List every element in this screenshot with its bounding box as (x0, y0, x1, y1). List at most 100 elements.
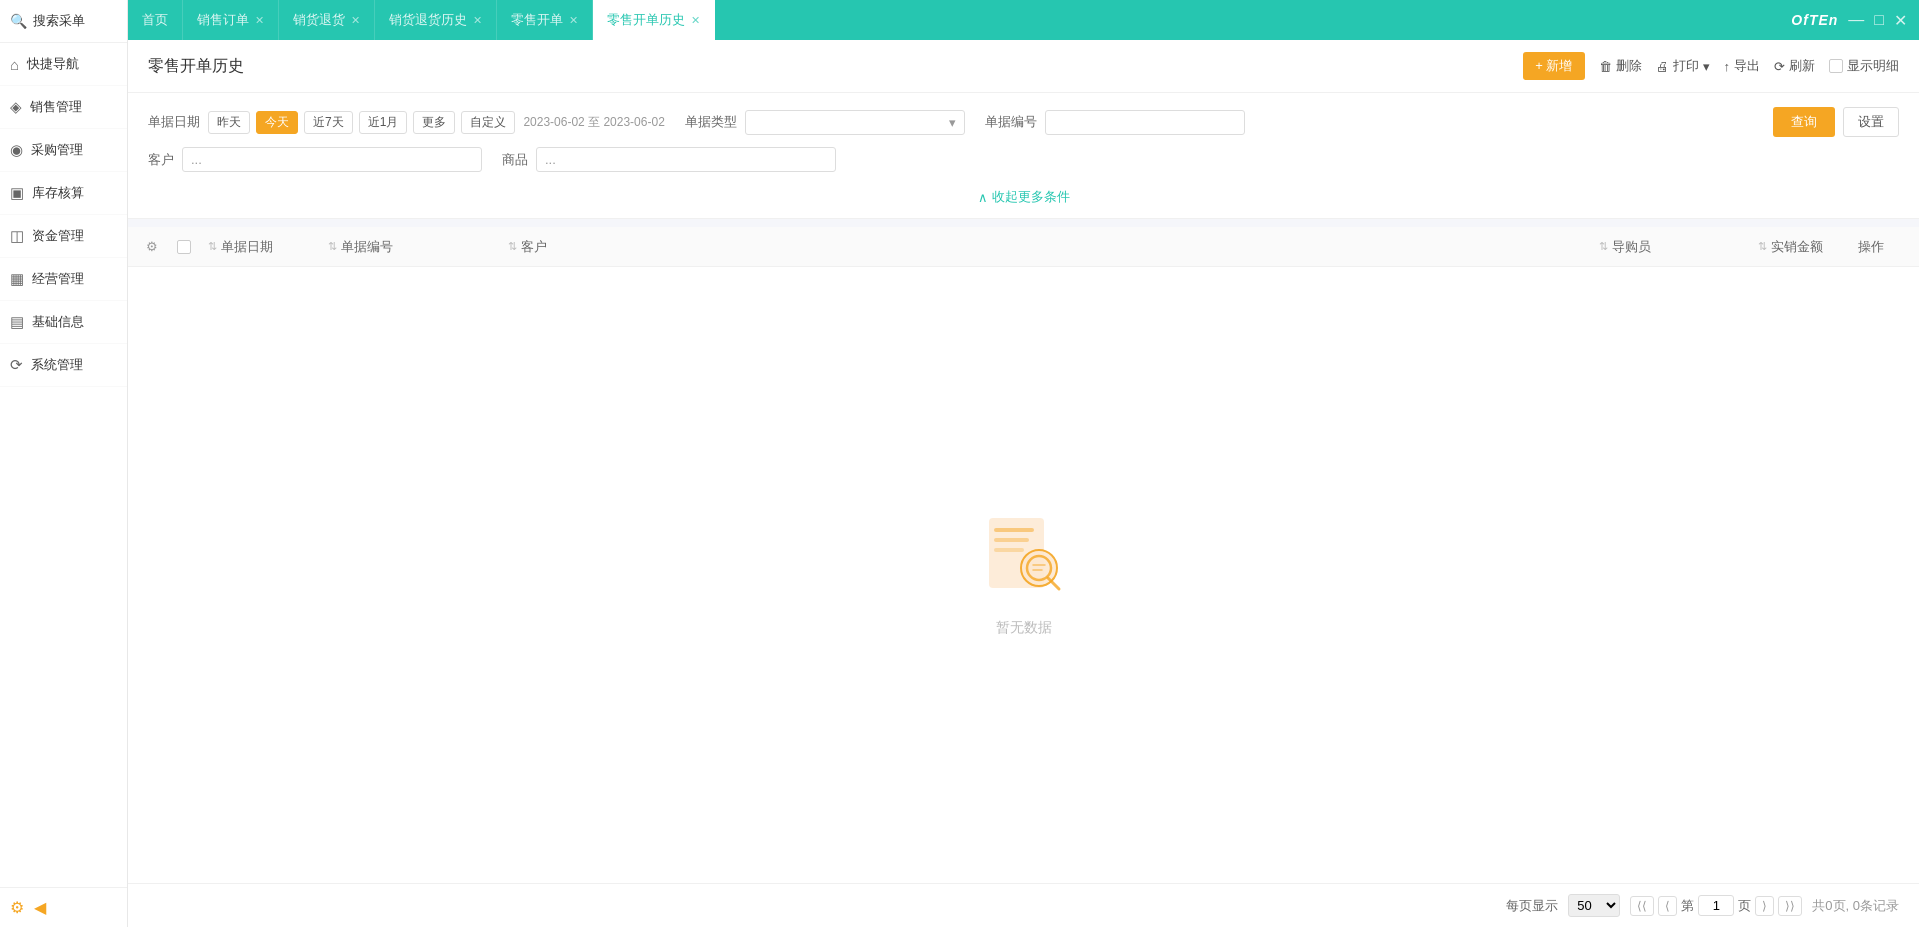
sidebar-item-system-mgmt[interactable]: ⟳ 系统管理 (0, 344, 127, 387)
tab-sales-order[interactable]: 销售订单 ✕ (183, 0, 279, 40)
filter-customer-select[interactable]: ... (182, 147, 482, 172)
th-amount-label: 实销金额 (1771, 238, 1823, 256)
page-number-input[interactable]: 1 (1698, 895, 1734, 916)
th-date[interactable]: ⇅ 单据日期 (200, 238, 320, 256)
first-page-btn[interactable]: ⟨⟨ (1630, 896, 1654, 916)
date-btn-last7[interactable]: 近7天 (304, 111, 353, 134)
tab-retail-open-label: 零售开单 (511, 11, 563, 29)
page-label: 第 (1681, 897, 1694, 915)
export-icon: ↑ (1724, 59, 1731, 74)
sidebar: 🔍 搜索采单 ⌂ 快捷导航 ◈ 销售管理 ◉ 采购管理 ▣ 库存核算 ◫ 资金管… (0, 0, 128, 927)
filter-doc-type-label: 单据类型 (685, 113, 737, 131)
filter-row-2: 客户 ... 商品 ... (148, 147, 1899, 172)
filter-doc-type-select[interactable]: ▾ (745, 110, 965, 135)
checkbox-display[interactable] (1829, 59, 1843, 73)
toolbar: + 新增 🗑 删除 🖨 打印 ▾ ↑ 导出 ⟳ 刷新 (1523, 52, 1899, 80)
sidebar-item-label: 经营管理 (32, 270, 84, 288)
th-guide[interactable]: ⇅ 导购员 (1591, 238, 1711, 256)
export-button[interactable]: ↑ 导出 (1724, 57, 1761, 75)
display-detail-button[interactable]: 显示明细 (1829, 57, 1899, 75)
tab-retail-open-history-close[interactable]: ✕ (691, 14, 700, 27)
sidebar-item-sales-mgmt[interactable]: ◈ 销售管理 (0, 86, 127, 129)
tab-retail-open[interactable]: 零售开单 ✕ (497, 0, 593, 40)
filter-date-buttons: 昨天 今天 近7天 近1月 更多 自定义 (208, 111, 515, 134)
query-buttons: 查询 设置 (1773, 107, 1899, 137)
select-all-checkbox[interactable] (177, 240, 191, 254)
tab-sales-return-close[interactable]: ✕ (351, 14, 360, 27)
sidebar-search[interactable]: 🔍 搜索采单 (0, 0, 127, 43)
print-button[interactable]: 🖨 打印 ▾ (1656, 57, 1710, 75)
filter-goods: 商品 ... (502, 147, 836, 172)
last-page-btn[interactable]: ⟩⟩ (1778, 896, 1802, 916)
th-number-label: 单据编号 (341, 238, 393, 256)
tab-sales-return[interactable]: 销货退货 ✕ (279, 0, 375, 40)
print-icon: 🖨 (1656, 59, 1669, 74)
search-icon: 🔍 (10, 13, 27, 29)
tab-retail-open-history[interactable]: 零售开单历史 ✕ (593, 0, 715, 40)
export-label: 导出 (1734, 57, 1760, 75)
th-action: 操作 (1831, 238, 1911, 256)
sidebar-item-inventory[interactable]: ▣ 库存核算 (0, 172, 127, 215)
date-btn-today[interactable]: 今天 (256, 111, 298, 134)
tab-home[interactable]: 首页 (128, 0, 183, 40)
sidebar-item-operations[interactable]: ▦ 经营管理 (0, 258, 127, 301)
topbar-controls: OfTEn — □ ✕ (1791, 11, 1919, 30)
prev-page-btn[interactable]: ⟨ (1658, 896, 1677, 916)
filter-customer-value: ... (191, 152, 202, 167)
empty-text: 暂无数据 (996, 619, 1052, 637)
sidebar-search-label: 搜索采单 (33, 12, 85, 30)
tab-sales-return-history[interactable]: 销货退货历史 ✕ (375, 0, 497, 40)
filter-goods-select[interactable]: ... (536, 147, 836, 172)
filter-doc-number: 单据编号 (985, 110, 1245, 135)
per-page-label: 每页显示 (1506, 897, 1558, 915)
delete-icon: 🗑 (1599, 59, 1612, 74)
svg-rect-2 (994, 538, 1029, 542)
query-button[interactable]: 查询 (1773, 107, 1835, 137)
th-guide-label: 导购员 (1612, 238, 1651, 256)
th-customer-label: 客户 (521, 238, 547, 256)
filter-doc-number-label: 单据编号 (985, 113, 1037, 131)
date-btn-last-month[interactable]: 近1月 (359, 111, 408, 134)
topbar: 首页 销售订单 ✕ 销货退货 ✕ 销货退货历史 ✕ 零售开单 ✕ 零售开单历史 … (128, 0, 1919, 40)
table-settings-icon[interactable]: ⚙ (136, 239, 168, 254)
sort-icon-guide: ⇅ (1599, 240, 1608, 253)
sidebar-bottom: ⚙ ◀ (0, 887, 127, 927)
sort-icon-date: ⇅ (208, 240, 217, 253)
page-total: 共0页, 0条记录 (1812, 897, 1899, 915)
close-btn[interactable]: ✕ (1894, 11, 1907, 30)
per-page-select[interactable]: 50 10 20 100 (1568, 894, 1620, 917)
th-number[interactable]: ⇅ 单据编号 (320, 238, 500, 256)
filter-customer: 客户 ... (148, 147, 482, 172)
filter-date-label: 单据日期 (148, 113, 200, 131)
next-page-btn[interactable]: ⟩ (1755, 896, 1774, 916)
refresh-button[interactable]: ⟳ 刷新 (1774, 57, 1815, 75)
tab-retail-open-close[interactable]: ✕ (569, 14, 578, 27)
date-btn-custom[interactable]: 自定义 (461, 111, 515, 134)
filter-doc-number-input[interactable] (1045, 110, 1245, 135)
th-customer[interactable]: ⇅ 客户 (500, 238, 1591, 256)
tab-sales-order-close[interactable]: ✕ (255, 14, 264, 27)
tab-sales-order-label: 销售订单 (197, 11, 249, 29)
date-btn-more[interactable]: 更多 (413, 111, 455, 134)
filter-settings-button[interactable]: 设置 (1843, 107, 1899, 137)
filter-area: 单据日期 昨天 今天 近7天 近1月 更多 自定义 2023-06-02 至 2… (128, 93, 1919, 219)
add-button[interactable]: + 新增 (1523, 52, 1584, 80)
maximize-btn[interactable]: □ (1874, 11, 1884, 29)
collapse-more-btn[interactable]: ∧ 收起更多条件 (148, 182, 1899, 208)
minimize-btn[interactable]: — (1848, 11, 1864, 29)
home-icon: ⌂ (10, 56, 19, 73)
sidebar-item-quick-nav[interactable]: ⌂ 快捷导航 (0, 43, 127, 86)
tab-sales-return-history-close[interactable]: ✕ (473, 14, 482, 27)
th-amount[interactable]: ⇅ 实销金额 (1711, 238, 1831, 256)
date-btn-yesterday[interactable]: 昨天 (208, 111, 250, 134)
sidebar-item-finance[interactable]: ◫ 资金管理 (0, 215, 127, 258)
basic-info-icon: ▤ (10, 313, 24, 331)
sidebar-item-basic-info[interactable]: ▤ 基础信息 (0, 301, 127, 344)
page-header: 零售开单历史 + 新增 🗑 删除 🖨 打印 ▾ ↑ 导出 ⟳ (128, 40, 1919, 93)
collapse-sidebar-btn[interactable]: ◀ (34, 898, 46, 917)
sidebar-item-purchase-mgmt[interactable]: ◉ 采购管理 (0, 129, 127, 172)
delete-button[interactable]: 🗑 删除 (1599, 57, 1642, 75)
settings-bottom-btn[interactable]: ⚙ (10, 898, 24, 917)
th-checkbox[interactable] (168, 240, 200, 254)
sort-icon-amount: ⇅ (1758, 240, 1767, 253)
